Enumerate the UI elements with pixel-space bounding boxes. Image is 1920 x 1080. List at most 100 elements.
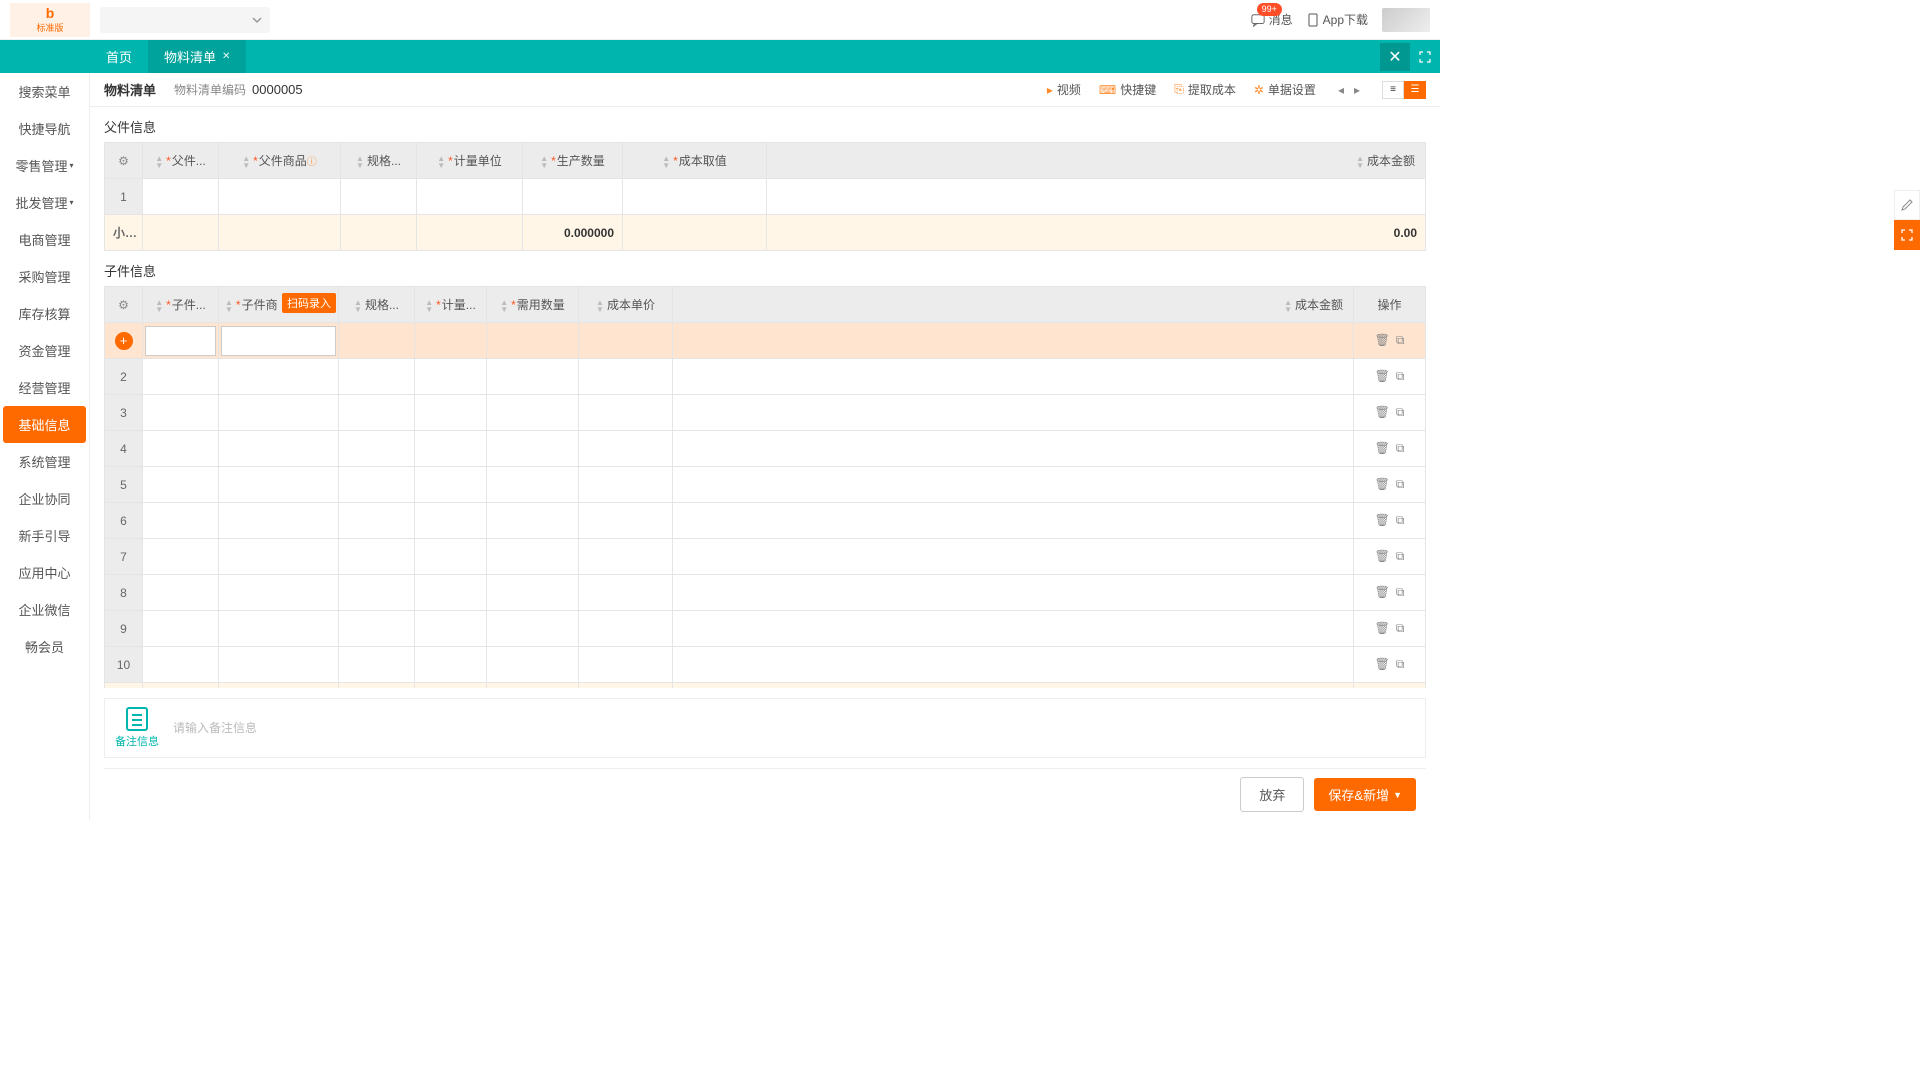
sidebar-item[interactable]: 零售管理▾: [0, 147, 89, 184]
parent-col-cost-src[interactable]: ▲▼*成本取值: [623, 143, 767, 179]
sidebar: 搜索菜单快捷导航零售管理▾批发管理▾电商管理采购管理库存核算资金管理经营管理基础…: [0, 73, 90, 820]
parent-col-cost-amt[interactable]: ▲▼成本金额: [767, 143, 1426, 179]
close-icon[interactable]: ✕: [222, 51, 230, 62]
discard-button[interactable]: 放弃: [1240, 777, 1304, 812]
sidebar-item[interactable]: 经营管理: [0, 369, 89, 406]
child-col-unit-cost[interactable]: ▲▼成本单价: [579, 287, 673, 323]
delete-icon[interactable]: 🗑: [1375, 405, 1390, 419]
delete-icon[interactable]: 🗑: [1375, 477, 1390, 491]
parent-section-title: 父件信息: [104, 107, 1426, 142]
sidebar-item[interactable]: 资金管理: [0, 332, 89, 369]
view-form[interactable]: ☰: [1404, 81, 1426, 99]
table-row: 10 🗑 ⧉: [105, 647, 1426, 683]
brand-edition: 标准版: [36, 21, 63, 34]
main-panel: 物料清单 物料清单编码 0000005 ▸视频 ⌨快捷键 ⎘提取成本 ✲单据设置…: [90, 73, 1440, 820]
table-row: 7🗑⧉: [105, 539, 1426, 575]
table-row: + 🗑 ⧉: [105, 323, 1426, 359]
sidebar-item[interactable]: 畅会员: [0, 628, 89, 665]
copy-icon[interactable]: ⧉: [1396, 405, 1405, 419]
row-number: 5: [105, 467, 143, 503]
sidebar-item[interactable]: 新手引导: [0, 517, 89, 554]
float-edit-button[interactable]: [1894, 190, 1920, 220]
delete-icon[interactable]: 🗑: [1375, 549, 1390, 563]
parent-table: ⚙ ▲▼*父件... ▲▼*父件商品ⓘ ▲▼规格... ▲▼*计量单位 ▲▼*生…: [104, 142, 1426, 251]
sidebar-item[interactable]: 应用中心: [0, 554, 89, 591]
child-col-settings[interactable]: ⚙: [105, 287, 143, 323]
parent-col-qty[interactable]: ▲▼*生产数量: [523, 143, 623, 179]
copy-icon[interactable]: ⧉: [1396, 657, 1405, 671]
copy-icon[interactable]: ⧉: [1396, 621, 1405, 635]
child-col-product[interactable]: ▲▼*子件商扫码录入: [219, 287, 339, 323]
fullscreen-button[interactable]: [1410, 43, 1440, 71]
sidebar-item[interactable]: 快捷导航: [0, 110, 89, 147]
footer-actions: 放弃 保存&新增 ▼: [104, 768, 1426, 820]
parent-col-product[interactable]: ▲▼*父件商品ⓘ: [219, 143, 341, 179]
scan-input-button[interactable]: 扫码录入: [282, 293, 336, 313]
remarks-input[interactable]: [173, 714, 1415, 742]
row-number: 2: [105, 359, 143, 395]
sidebar-item[interactable]: 系统管理: [0, 443, 89, 480]
tab-bar: 首页 物料清单 ✕ ✕: [0, 40, 1440, 73]
delete-icon[interactable]: 🗑: [1375, 513, 1390, 527]
pager-prev[interactable]: ◂: [1334, 81, 1348, 99]
doc-code-value: 0000005: [252, 82, 303, 97]
parent-col-settings[interactable]: ⚙: [105, 143, 143, 179]
add-row-button[interactable]: +: [115, 332, 133, 350]
doc-title: 物料清单: [104, 80, 156, 99]
brand-logo: b 标准版: [10, 3, 90, 37]
tool-shortcut[interactable]: ⌨快捷键: [1099, 81, 1156, 98]
expand-icon: [1900, 228, 1914, 242]
tab-home[interactable]: 首页: [90, 40, 148, 73]
company-selector[interactable]: [100, 7, 270, 33]
delete-icon[interactable]: 🗑: [1375, 369, 1390, 383]
tool-video[interactable]: ▸视频: [1047, 81, 1081, 98]
copy-icon[interactable]: ⧉: [1396, 369, 1405, 383]
child-code-input: [145, 326, 216, 356]
sidebar-item[interactable]: 企业协同: [0, 480, 89, 517]
table-row: 3🗑⧉: [105, 395, 1426, 431]
sidebar-item[interactable]: 库存核算: [0, 295, 89, 332]
gear-icon: ⚙: [118, 298, 129, 312]
tool-doc-setting[interactable]: ✲单据设置: [1254, 81, 1316, 98]
parent-col-code[interactable]: ▲▼*父件...: [143, 143, 219, 179]
copy-icon[interactable]: ⧉: [1396, 585, 1405, 599]
sidebar-item[interactable]: 企业微信: [0, 591, 89, 628]
table-row: 9🗑⧉: [105, 611, 1426, 647]
user-avatar[interactable]: [1382, 8, 1430, 32]
help-icon[interactable]: ⓘ: [307, 157, 317, 168]
view-list[interactable]: ≡: [1382, 81, 1404, 99]
sidebar-item[interactable]: 电商管理: [0, 221, 89, 258]
parent-col-spec[interactable]: ▲▼规格...: [341, 143, 417, 179]
delete-icon[interactable]: 🗑: [1375, 657, 1390, 671]
app-download-button[interactable]: App下载: [1307, 11, 1368, 28]
parent-col-unit[interactable]: ▲▼*计量单位: [417, 143, 523, 179]
child-col-cost-amt[interactable]: ▲▼成本金额: [673, 287, 1354, 323]
tab-bom[interactable]: 物料清单 ✕: [148, 40, 246, 73]
sidebar-item[interactable]: 基础信息: [3, 406, 86, 443]
child-col-qty[interactable]: ▲▼*需用数量: [487, 287, 579, 323]
copy-icon[interactable]: ⧉: [1396, 549, 1405, 563]
copy-icon[interactable]: ⧉: [1396, 477, 1405, 491]
row-number: 10: [105, 647, 143, 683]
sidebar-item[interactable]: 搜索菜单: [0, 73, 89, 110]
copy-icon[interactable]: ⧉: [1396, 333, 1405, 347]
delete-icon[interactable]: 🗑: [1375, 441, 1390, 455]
float-action-button[interactable]: [1894, 220, 1920, 250]
delete-icon[interactable]: 🗑: [1375, 333, 1390, 347]
chevron-down-icon: ▼: [1393, 790, 1402, 800]
copy-icon[interactable]: ⧉: [1396, 513, 1405, 527]
copy-icon[interactable]: ⧉: [1396, 441, 1405, 455]
sidebar-item[interactable]: 采购管理: [0, 258, 89, 295]
extract-icon: ⎘: [1174, 82, 1184, 97]
messages-button[interactable]: 99+ 消息: [1251, 11, 1293, 28]
child-col-unit[interactable]: ▲▼*计量...: [415, 287, 487, 323]
sidebar-item[interactable]: 批发管理▾: [0, 184, 89, 221]
close-all-tabs-button[interactable]: ✕: [1380, 43, 1410, 71]
tool-extract-cost[interactable]: ⎘提取成本: [1174, 81, 1236, 98]
child-col-spec[interactable]: ▲▼规格...: [339, 287, 415, 323]
pager-next[interactable]: ▸: [1350, 81, 1364, 99]
delete-icon[interactable]: 🗑: [1375, 621, 1390, 635]
delete-icon[interactable]: 🗑: [1375, 585, 1390, 599]
child-col-code[interactable]: ▲▼*子件...: [143, 287, 219, 323]
save-and-new-button[interactable]: 保存&新增 ▼: [1314, 778, 1416, 811]
